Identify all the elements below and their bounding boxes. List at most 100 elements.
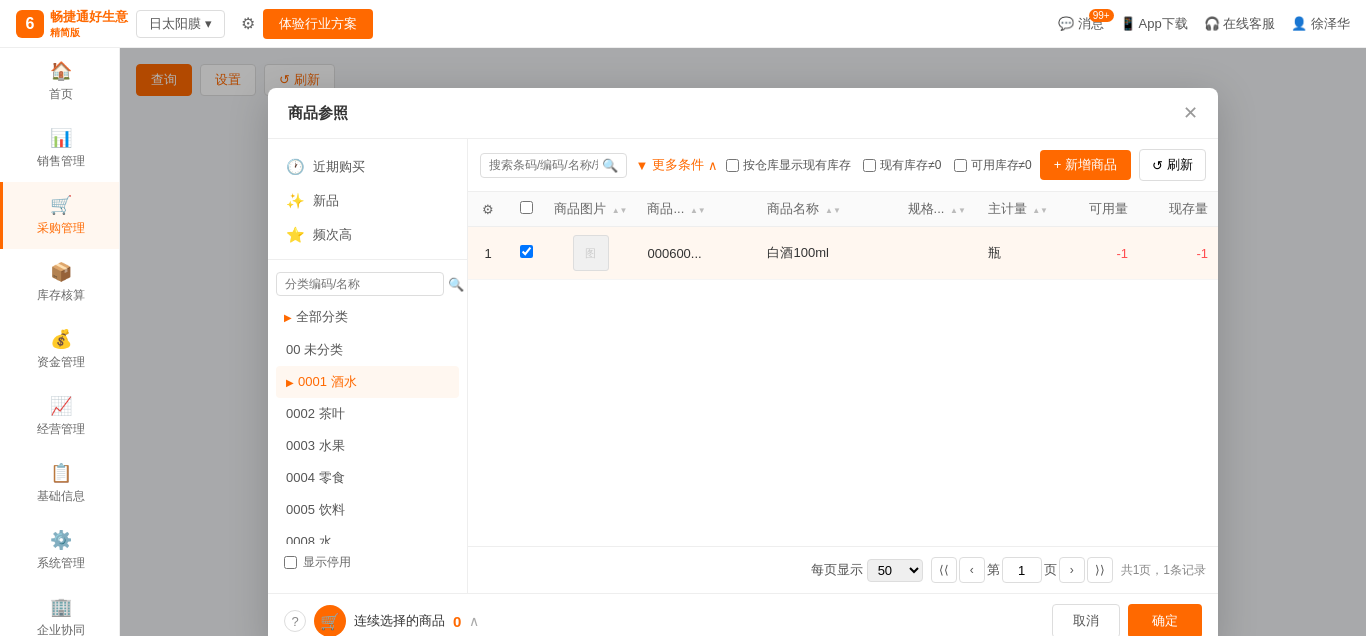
page-buttons: ⟨⟨ ‹ 第 页 › ⟩⟩ [931,557,1113,583]
sidebar-item-system[interactable]: ⚙️ 系统管理 [0,517,119,584]
clock-icon: 🕐 [286,158,305,176]
category-item-uncategorized[interactable]: 00 未分类 [276,334,459,366]
row-checkbox[interactable] [508,227,544,280]
filter-checkboxes: 按仓库显示现有库存 现有库存≠0 可用库存≠0 [726,157,1032,174]
modal-right-panel: 🔍 ▼ 更多条件 ∧ 按仓库显示现有库存 [468,139,1218,593]
modal-overlay: 商品参照 ✕ 🕐 近期购买 ✨ 新 [120,48,1366,636]
row-name: 白酒100ml [757,227,897,280]
star-icon: ⭐ [286,226,305,244]
collapse-all-button[interactable]: ▶ 全部分类 [268,304,467,330]
category-search-input[interactable] [276,272,444,296]
modal-header: 商品参照 ✕ [268,88,1218,139]
row-available: -1 [1058,227,1138,280]
footer-collapse-button[interactable]: ∧ [469,613,479,629]
checkbox-available-stock[interactable]: 可用库存≠0 [954,157,1032,174]
user-name[interactable]: 👤 徐泽华 [1291,15,1350,33]
headset-icon: 🎧 [1204,16,1220,31]
category-item-fruit[interactable]: 0003 水果 [276,430,459,462]
message-badge[interactable]: 💬 消息 99+ [1058,15,1104,33]
sidebar-item-home[interactable]: 🏠 首页 [0,48,119,115]
quick-frequent[interactable]: ⭐ 频次高 [276,219,459,251]
th-image[interactable]: 商品图片 ▲▼ [544,192,637,227]
purchase-icon: 🛒 [50,194,72,216]
home-icon: 🏠 [50,60,72,82]
checkbox-warehouse-stock[interactable]: 按仓库显示现有库存 [726,157,851,174]
th-settings[interactable]: ⚙ [468,192,508,227]
sidebar-item-operations[interactable]: 📈 经营管理 [0,383,119,450]
sidebar-item-enterprise[interactable]: 🏢 企业协同 [0,584,119,636]
row-stock: -1 [1138,227,1218,280]
nav-dropdown[interactable]: 日太阳膜 ▾ [136,10,225,38]
category-search-icon[interactable]: 🔍 [448,277,464,292]
main-content: 查询 设置 ↺ 刷新 商品参照 ✕ 🕐 [120,48,1366,636]
sidebar-item-basic-info[interactable]: 📋 基础信息 [0,450,119,517]
footer-left: ? 🛒 连续选择的商品 0 ∧ [284,605,1040,636]
show-disabled-area: 显示停用 [268,544,467,581]
logo-text: 畅捷通好生意 精简版 [50,8,128,40]
sidebar-item-stock[interactable]: 📦 库存核算 [0,249,119,316]
next-page-button[interactable]: › [1059,557,1085,583]
page-number-input[interactable] [1002,557,1042,583]
sort-unit-icon: ▲▼ [1032,207,1048,215]
app-download[interactable]: 📱 App下载 [1120,15,1188,33]
finance-icon: 💰 [50,328,72,350]
online-service[interactable]: 🎧 在线客服 [1204,15,1276,33]
tree-arrow-icon: ▶ [286,377,294,388]
first-page-button[interactable]: ⟨⟨ [931,557,957,583]
per-page-dropdown[interactable]: 50 10 20 100 [867,559,923,582]
sidebar: 🏠 首页 📊 销售管理 🛒 采购管理 📦 库存核算 💰 资金管理 📈 经营管理 … [0,48,120,636]
add-product-button[interactable]: + 新增商品 [1040,150,1131,180]
th-spec[interactable]: 规格... ▲▼ [898,192,978,227]
category-item-snack[interactable]: 0004 零食 [276,462,459,494]
sales-icon: 📊 [50,127,72,149]
trial-button[interactable]: 体验行业方案 [263,9,373,39]
th-name[interactable]: 商品名称 ▲▼ [757,192,897,227]
sidebar-item-finance[interactable]: 💰 资金管理 [0,316,119,383]
quick-recent[interactable]: 🕐 近期购买 [276,151,459,183]
show-disabled-checkbox[interactable] [284,556,297,569]
category-item-drink[interactable]: 0005 饮料 [276,494,459,526]
category-item-tea[interactable]: 0002 茶叶 [276,398,459,430]
table-header: ⚙ 商品图片 ▲▼ 商品... ▲▼ [468,192,1218,227]
modal-title: 商品参照 [288,104,348,123]
filter-icon: ▼ [635,158,648,173]
sidebar-item-purchase[interactable]: 🛒 采购管理 [0,182,119,249]
quick-new[interactable]: ✨ 新品 [276,185,459,217]
product-search-icon[interactable]: 🔍 [602,158,618,173]
avatar: 👤 [1291,16,1307,31]
right-toolbar: 🔍 ▼ 更多条件 ∧ 按仓库显示现有库存 [468,139,1218,192]
product-table-wrap: ⚙ 商品图片 ▲▼ 商品... ▲▼ [468,192,1218,546]
product-search-input[interactable] [489,158,598,172]
pagination: 每页显示 50 10 20 100 ⟨⟨ ‹ [468,546,1218,593]
message-count: 99+ [1089,9,1114,22]
row-code: 000600... [637,227,757,280]
table-body: 1 图 000600... 白酒100ml [468,227,1218,280]
message-icon: 💬 [1058,16,1074,31]
th-unit[interactable]: 主计量 ▲▼ [978,192,1058,227]
gear-icon[interactable]: ⚙ [241,14,255,33]
confirm-button[interactable]: 确定 [1128,604,1202,636]
stock-icon: 📦 [50,261,72,283]
refresh-icon: ↺ [1152,158,1163,173]
th-checkbox[interactable] [508,192,544,227]
help-button[interactable]: ? [284,610,306,632]
row-unit: 瓶 [978,227,1058,280]
cart-icon: 🛒 [320,612,340,631]
cart-button[interactable]: 🛒 [314,605,346,636]
checkbox-current-stock[interactable]: 现有库存≠0 [863,157,941,174]
category-item-liquor[interactable]: ▶ 0001 酒水 [276,366,459,398]
refresh-button[interactable]: ↺ 刷新 [1139,149,1206,181]
table-row[interactable]: 1 图 000600... 白酒100ml [468,227,1218,280]
last-page-button[interactable]: ⟩⟩ [1087,557,1113,583]
filter-button[interactable]: ▼ 更多条件 ∧ [635,156,718,174]
row-image: 图 [544,227,637,280]
modal-close-button[interactable]: ✕ [1183,102,1198,124]
th-code[interactable]: 商品... ▲▼ [637,192,757,227]
th-available[interactable]: 可用量 [1058,192,1138,227]
select-all-checkbox[interactable] [520,201,533,214]
th-stock[interactable]: 现存量 [1138,192,1218,227]
prev-page-button[interactable]: ‹ [959,557,985,583]
category-item-water[interactable]: 0008 水 [276,526,459,544]
cancel-button[interactable]: 取消 [1052,604,1120,636]
sidebar-item-sales[interactable]: 📊 销售管理 [0,115,119,182]
